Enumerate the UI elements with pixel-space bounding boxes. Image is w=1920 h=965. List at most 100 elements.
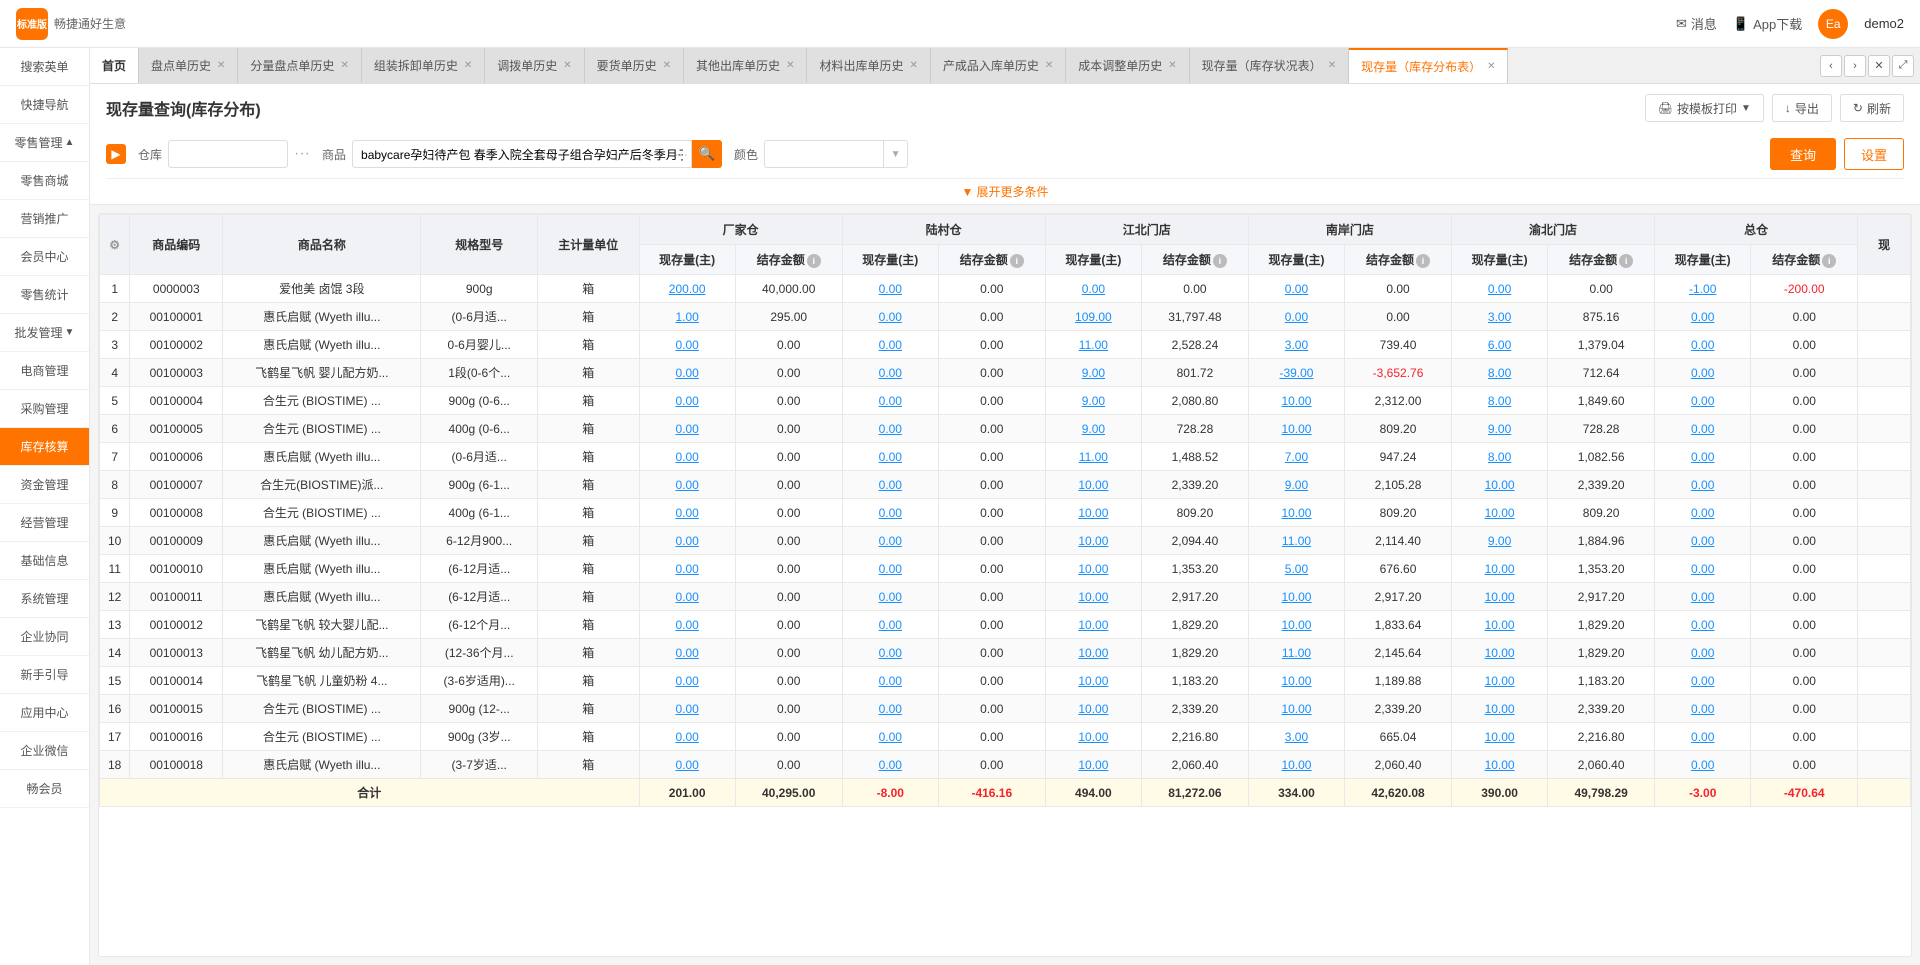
table-cell[interactable]: -1.00 <box>1655 275 1751 303</box>
table-cell[interactable]: 11.00 <box>1248 527 1344 555</box>
table-cell[interactable]: 0.00 <box>1655 695 1751 723</box>
table-cell[interactable]: 0.00 <box>1451 275 1547 303</box>
table-cell[interactable]: 0.00 <box>1655 471 1751 499</box>
table-cell[interactable]: 10.00 <box>1451 555 1547 583</box>
tab-stock-status[interactable]: 现存量（库存状况表） ✕ <box>1190 48 1349 83</box>
table-cell[interactable]: 10.00 <box>1451 471 1547 499</box>
table-cell[interactable]: 10.00 <box>1045 611 1141 639</box>
table-cell[interactable]: 0.00 <box>639 527 735 555</box>
table-cell[interactable]: 0.00 <box>639 331 735 359</box>
table-cell[interactable]: 0.00 <box>1655 527 1751 555</box>
info-icon[interactable]: i <box>807 254 821 268</box>
tab-assembly-history[interactable]: 组装拆卸单历史 ✕ <box>362 48 485 83</box>
table-cell[interactable]: 10.00 <box>1451 583 1547 611</box>
warehouse-dots-btn[interactable]: ··· <box>294 145 310 163</box>
table-cell[interactable]: 0.00 <box>1655 415 1751 443</box>
query-btn[interactable]: 查询 <box>1770 138 1836 170</box>
table-cell[interactable]: 5.00 <box>1248 555 1344 583</box>
table-cell[interactable]: 9.00 <box>1045 415 1141 443</box>
gear-icon[interactable]: ⚙ <box>109 238 120 252</box>
tab-close-icon[interactable]: ✕ <box>1045 60 1053 71</box>
info-icon[interactable]: i <box>1010 254 1024 268</box>
avatar[interactable]: Ea <box>1818 9 1848 39</box>
table-cell[interactable]: 10.00 <box>1045 723 1141 751</box>
tab-stock-dist[interactable]: 现存量（库存分布表） ✕ <box>1349 48 1508 83</box>
table-cell[interactable]: 10.00 <box>1045 527 1141 555</box>
tab-close-icon[interactable]: ✕ <box>909 60 917 71</box>
table-cell[interactable]: 10.00 <box>1248 415 1344 443</box>
tab-transfer-history[interactable]: 调拨单历史 ✕ <box>485 48 584 83</box>
table-cell[interactable]: 11.00 <box>1045 331 1141 359</box>
table-cell[interactable]: 10.00 <box>1045 751 1141 779</box>
sidebar-item-retail-mall[interactable]: 零售商城 <box>0 162 89 200</box>
table-cell[interactable]: 0.00 <box>639 583 735 611</box>
table-cell[interactable]: 0.00 <box>1655 303 1751 331</box>
table-cell[interactable]: 0.00 <box>639 499 735 527</box>
table-cell[interactable]: 0.00 <box>842 723 938 751</box>
table-cell[interactable]: 0.00 <box>639 443 735 471</box>
table-cell[interactable]: 0.00 <box>639 667 735 695</box>
info-icon[interactable]: i <box>1619 254 1633 268</box>
export-btn[interactable]: ↓ 导出 <box>1772 94 1832 122</box>
table-cell[interactable]: 0.00 <box>639 555 735 583</box>
sidebar-item-marketing[interactable]: 营销推广 <box>0 200 89 238</box>
table-cell[interactable]: 0.00 <box>842 359 938 387</box>
table-cell[interactable]: 10.00 <box>1248 667 1344 695</box>
table-cell[interactable]: 0.00 <box>639 471 735 499</box>
table-cell[interactable]: 11.00 <box>1248 639 1344 667</box>
table-cell[interactable]: 10.00 <box>1248 695 1344 723</box>
table-cell[interactable]: 10.00 <box>1045 583 1141 611</box>
table-cell[interactable]: -39.00 <box>1248 359 1344 387</box>
table-cell[interactable]: 0.00 <box>842 639 938 667</box>
table-cell[interactable]: 0.00 <box>639 751 735 779</box>
sidebar-item-member[interactable]: 会员中心 <box>0 238 89 276</box>
sidebar-item-purchase[interactable]: 采购管理 <box>0 390 89 428</box>
warehouse-input[interactable] <box>168 140 288 168</box>
tab-inventory-check-history[interactable]: 盘点单历史 ✕ <box>139 48 238 83</box>
table-cell[interactable]: 0.00 <box>1248 275 1344 303</box>
table-cell[interactable]: 0.00 <box>842 499 938 527</box>
app-download-btn[interactable]: 📱 App下载 <box>1733 14 1802 33</box>
table-cell[interactable]: 109.00 <box>1045 303 1141 331</box>
table-cell[interactable]: 8.00 <box>1451 443 1547 471</box>
clear-icon[interactable]: ··· <box>674 146 688 162</box>
table-cell[interactable]: 10.00 <box>1451 499 1547 527</box>
table-cell[interactable]: 0.00 <box>842 695 938 723</box>
table-cell[interactable]: 10.00 <box>1248 583 1344 611</box>
table-cell[interactable]: 10.00 <box>1045 695 1141 723</box>
table-cell[interactable]: 10.00 <box>1045 639 1141 667</box>
table-cell[interactable]: 9.00 <box>1045 387 1141 415</box>
sidebar-item-chang-member[interactable]: 畅会员 <box>0 770 89 808</box>
table-cell[interactable]: 0.00 <box>842 583 938 611</box>
table-cell[interactable]: 9.00 <box>1451 415 1547 443</box>
tab-close-icon[interactable]: ✕ <box>464 60 472 71</box>
sidebar-item-enterprise-wx[interactable]: 企业微信 <box>0 732 89 770</box>
table-cell[interactable]: 10.00 <box>1248 387 1344 415</box>
sidebar-item-retail-stats[interactable]: 零售统计 <box>0 276 89 314</box>
table-cell[interactable]: 1.00 <box>639 303 735 331</box>
table-cell[interactable]: 0.00 <box>639 639 735 667</box>
tab-close-icon[interactable]: ✕ <box>786 60 794 71</box>
table-cell[interactable]: 0.00 <box>1655 387 1751 415</box>
table-cell[interactable]: 0.00 <box>1655 359 1751 387</box>
table-cell[interactable]: 10.00 <box>1451 667 1547 695</box>
sidebar-item-app-center[interactable]: 应用中心 <box>0 694 89 732</box>
info-icon[interactable]: i <box>1213 254 1227 268</box>
table-cell[interactable]: 0.00 <box>639 415 735 443</box>
chevron-down-icon[interactable]: ▼ <box>884 140 908 168</box>
table-cell[interactable]: 11.00 <box>1045 443 1141 471</box>
table-cell[interactable]: 200.00 <box>639 275 735 303</box>
product-input[interactable] <box>352 140 692 168</box>
table-cell[interactable]: 8.00 <box>1451 387 1547 415</box>
table-cell[interactable]: 9.00 <box>1451 527 1547 555</box>
refresh-btn[interactable]: ↻ 刷新 <box>1840 94 1904 122</box>
tab-close-icon[interactable]: ✕ <box>340 60 348 71</box>
table-cell[interactable]: 7.00 <box>1248 443 1344 471</box>
table-cell[interactable]: 0.00 <box>639 387 735 415</box>
tab-cost-adjust-history[interactable]: 成本调整单历史 ✕ <box>1066 48 1189 83</box>
tab-order-history[interactable]: 要货单历史 ✕ <box>585 48 684 83</box>
tab-material-out-history[interactable]: 材料出库单历史 ✕ <box>807 48 930 83</box>
sidebar-item-wholesale[interactable]: 批发管理 ▼ <box>0 314 89 352</box>
sidebar-item-quicknav[interactable]: 快捷导航 <box>0 86 89 124</box>
info-icon[interactable]: i <box>1416 254 1430 268</box>
